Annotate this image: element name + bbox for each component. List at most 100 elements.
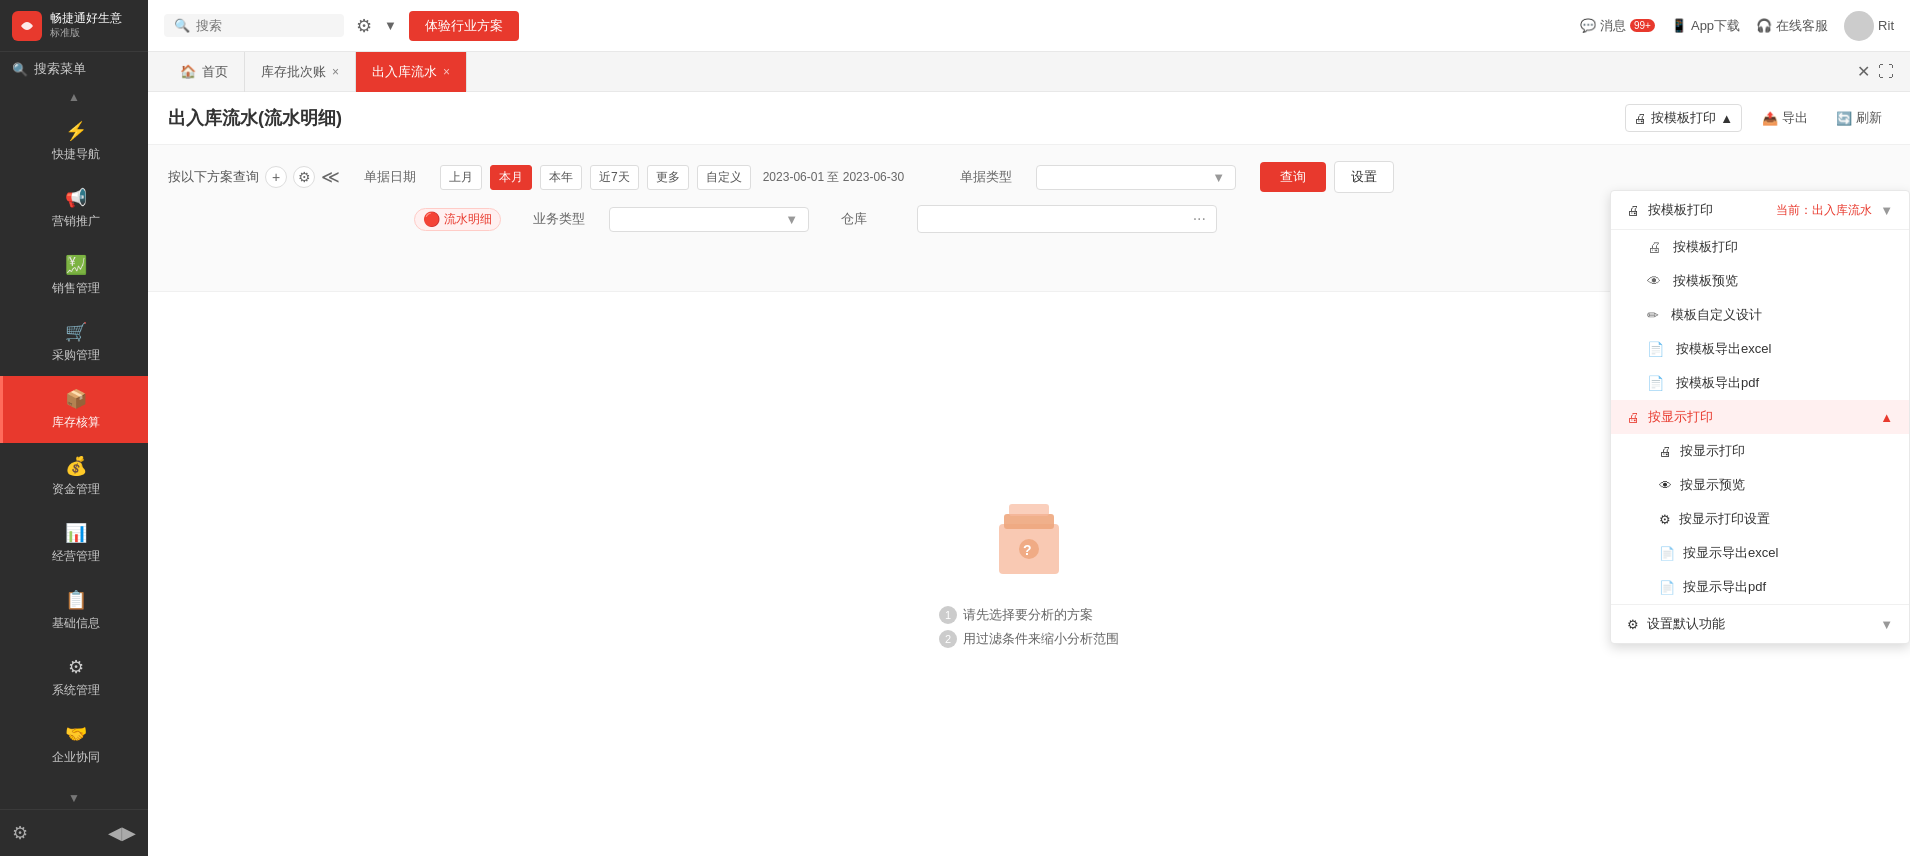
item-label: 按显示打印 — [1680, 442, 1745, 460]
user-avatar[interactable]: Rit — [1844, 11, 1894, 41]
doc-type-filter-label: 单据类型 — [960, 168, 1020, 186]
filter-add-button[interactable]: + — [265, 166, 287, 188]
page-content: 出入库流水(流水明细) 🖨 按模板打印 ▲ 📤 导出 🔄 刷新 — [148, 92, 1910, 856]
template-print-button[interactable]: 🖨 按模板打印 ▲ — [1625, 104, 1742, 132]
home-icon: 🏠 — [180, 64, 196, 79]
collapse-icon[interactable]: ◀▶ — [108, 822, 136, 844]
export-label: 导出 — [1782, 109, 1808, 127]
filter-collapse-icon[interactable]: ≪ — [321, 166, 340, 188]
date-filter-label: 单据日期 — [364, 168, 424, 186]
sidebar-item-label: 经营管理 — [52, 548, 100, 565]
dropdown-item-template-customize[interactable]: ✏ 模板自定义设计 — [1611, 298, 1909, 332]
warehouse-select[interactable]: ··· — [917, 205, 1217, 233]
date-btn-7days[interactable]: 近7天 — [590, 165, 639, 190]
item-label: 按模板打印 — [1673, 238, 1738, 256]
sidebar-nav: ⚡ 快捷导航 📢 营销推广 💹 销售管理 🛒 采购管理 📦 库存核算 💰 资金管… — [0, 108, 148, 787]
tab-flow-close-icon[interactable]: × — [443, 65, 450, 79]
system-icon: ⚙ — [68, 656, 84, 678]
chevron-up-icon: ▲ — [1720, 111, 1733, 126]
sidebar-item-guide[interactable]: 🎯 新手引导 — [0, 778, 148, 787]
trial-button[interactable]: 体验行业方案 — [409, 11, 519, 41]
empty-tips: 1 请先选择要分析的方案 2 用过滤条件来缩小分析范围 — [939, 606, 1119, 654]
dropdown-item-display-print[interactable]: 🖨 按显示打印 — [1611, 434, 1909, 468]
dropdown-item-display-settings[interactable]: ⚙ 按显示打印设置 — [1611, 502, 1909, 536]
dropdown-item-display-preview[interactable]: 👁 按显示预览 — [1611, 468, 1909, 502]
sidebar-item-finance[interactable]: 💰 资金管理 — [0, 443, 148, 510]
filter-settings-button[interactable]: ⚙ — [293, 166, 315, 188]
tip-text-1: 请先选择要分析的方案 — [963, 606, 1093, 624]
dropdown-item-display-excel[interactable]: 📄 按显示导出excel — [1611, 536, 1909, 570]
dropdown-item-display-pdf[interactable]: 📄 按显示导出pdf — [1611, 570, 1909, 604]
item-label: 按显示导出pdf — [1683, 578, 1766, 596]
filter-tag-label: 流水明细 — [444, 211, 492, 228]
dropdown-item-template-preview[interactable]: 👁 按模板预览 — [1611, 264, 1909, 298]
doc-type-select[interactable]: ▼ — [1036, 165, 1236, 190]
window-expand-icon[interactable]: ⛶ — [1878, 63, 1894, 81]
chevron-down-icon: ▼ — [1880, 203, 1893, 218]
tab-home[interactable]: 🏠 首页 — [164, 52, 245, 92]
enterprise-icon: 🤝 — [65, 723, 87, 745]
tab-batch[interactable]: 库存批次账 × — [245, 52, 356, 92]
dropdown-item-template-pdf[interactable]: 📄 按模板导出pdf — [1611, 366, 1909, 400]
dropdown-arrow-icon[interactable]: ▼ — [384, 18, 397, 33]
app-version: 标准版 — [50, 26, 122, 40]
gear-icon[interactable]: ⚙ — [356, 15, 372, 37]
shortcut-icon: ⚡ — [65, 120, 87, 142]
sidebar-item-sales[interactable]: 💹 销售管理 — [0, 242, 148, 309]
search-menu[interactable]: 🔍 搜索菜单 — [0, 52, 148, 86]
biz-type-select[interactable]: ▼ — [609, 207, 809, 232]
finance-icon: 💰 — [65, 455, 87, 477]
search-icon: 🔍 — [12, 62, 28, 77]
settings-button[interactable]: 设置 — [1334, 161, 1394, 193]
query-button[interactable]: 查询 — [1260, 162, 1326, 192]
sidebar-item-label: 企业协同 — [52, 749, 100, 766]
sidebar-item-system[interactable]: ⚙ 系统管理 — [0, 644, 148, 711]
topbar: 🔍 ⚙ ▼ 体验行业方案 💬 消息 99+ 📱 App下载 🎧 在线客服 Rit — [148, 0, 1910, 52]
topbar-search-box[interactable]: 🔍 — [164, 14, 344, 37]
date-btn-this-month[interactable]: 本月 — [490, 165, 532, 190]
dropdown-display-section-header[interactable]: 🖨 按显示打印 ▲ — [1611, 400, 1909, 434]
export-button[interactable]: 📤 导出 — [1754, 105, 1816, 131]
scroll-down-icon[interactable]: ▼ — [68, 791, 80, 805]
tab-batch-label: 库存批次账 — [261, 63, 326, 81]
inventory-icon: 📦 — [65, 388, 87, 410]
message-action[interactable]: 💬 消息 99+ — [1580, 17, 1655, 35]
app-download-action[interactable]: 📱 App下载 — [1671, 17, 1740, 35]
sales-icon: 💹 — [65, 254, 87, 276]
item-label: 按显示打印设置 — [1679, 510, 1770, 528]
date-btn-last-month[interactable]: 上月 — [440, 165, 482, 190]
tab-flow-label: 出入库流水 — [372, 63, 437, 81]
edit-icon: ✏ — [1647, 307, 1659, 323]
main-area: 🔍 ⚙ ▼ 体验行业方案 💬 消息 99+ 📱 App下载 🎧 在线客服 Rit — [148, 0, 1910, 856]
date-btn-this-year[interactable]: 本年 — [540, 165, 582, 190]
dropdown-footer[interactable]: ⚙ 设置默认功能 ▼ — [1611, 604, 1909, 643]
filter-tag-streamdetail[interactable]: 🔴 流水明细 — [414, 208, 501, 231]
date-btn-more[interactable]: 更多 — [647, 165, 689, 190]
sidebar-item-basic[interactable]: 📋 基础信息 — [0, 577, 148, 644]
tab-batch-close-icon[interactable]: × — [332, 65, 339, 79]
online-service-action[interactable]: 🎧 在线客服 — [1756, 17, 1828, 35]
sidebar-item-shortcut[interactable]: ⚡ 快捷导航 — [0, 108, 148, 175]
scroll-up-icon[interactable]: ▲ — [68, 90, 80, 104]
window-close-icon[interactable]: ✕ — [1857, 62, 1870, 81]
tab-home-label: 首页 — [202, 63, 228, 81]
tab-flow[interactable]: 出入库流水 × — [356, 52, 467, 92]
dropdown-title: 按模板打印 — [1648, 201, 1713, 219]
refresh-button[interactable]: 🔄 刷新 — [1828, 105, 1890, 131]
sidebar-item-operations[interactable]: 📊 经营管理 — [0, 510, 148, 577]
operations-icon: 📊 — [65, 522, 87, 544]
message-label: 消息 — [1600, 17, 1626, 35]
date-btn-custom[interactable]: 自定义 — [697, 165, 751, 190]
dropdown-item-template-excel[interactable]: 📄 按模板导出excel — [1611, 332, 1909, 366]
sidebar-item-purchase[interactable]: 🛒 采购管理 — [0, 309, 148, 376]
dropdown-item-template-print[interactable]: 🖨 按模板打印 — [1611, 230, 1909, 264]
search-input[interactable] — [196, 18, 334, 33]
sidebar-item-label: 基础信息 — [52, 615, 100, 632]
sidebar-item-marketing[interactable]: 📢 营销推广 — [0, 175, 148, 242]
refresh-label: 刷新 — [1856, 109, 1882, 127]
settings-icon[interactable]: ⚙ — [12, 822, 28, 844]
sidebar-item-enterprise[interactable]: 🤝 企业协同 — [0, 711, 148, 778]
page-header: 出入库流水(流水明细) 🖨 按模板打印 ▲ 📤 导出 🔄 刷新 — [148, 92, 1910, 145]
sidebar-item-inventory[interactable]: 📦 库存核算 — [0, 376, 148, 443]
tip-text-2: 用过滤条件来缩小分析范围 — [963, 630, 1119, 648]
